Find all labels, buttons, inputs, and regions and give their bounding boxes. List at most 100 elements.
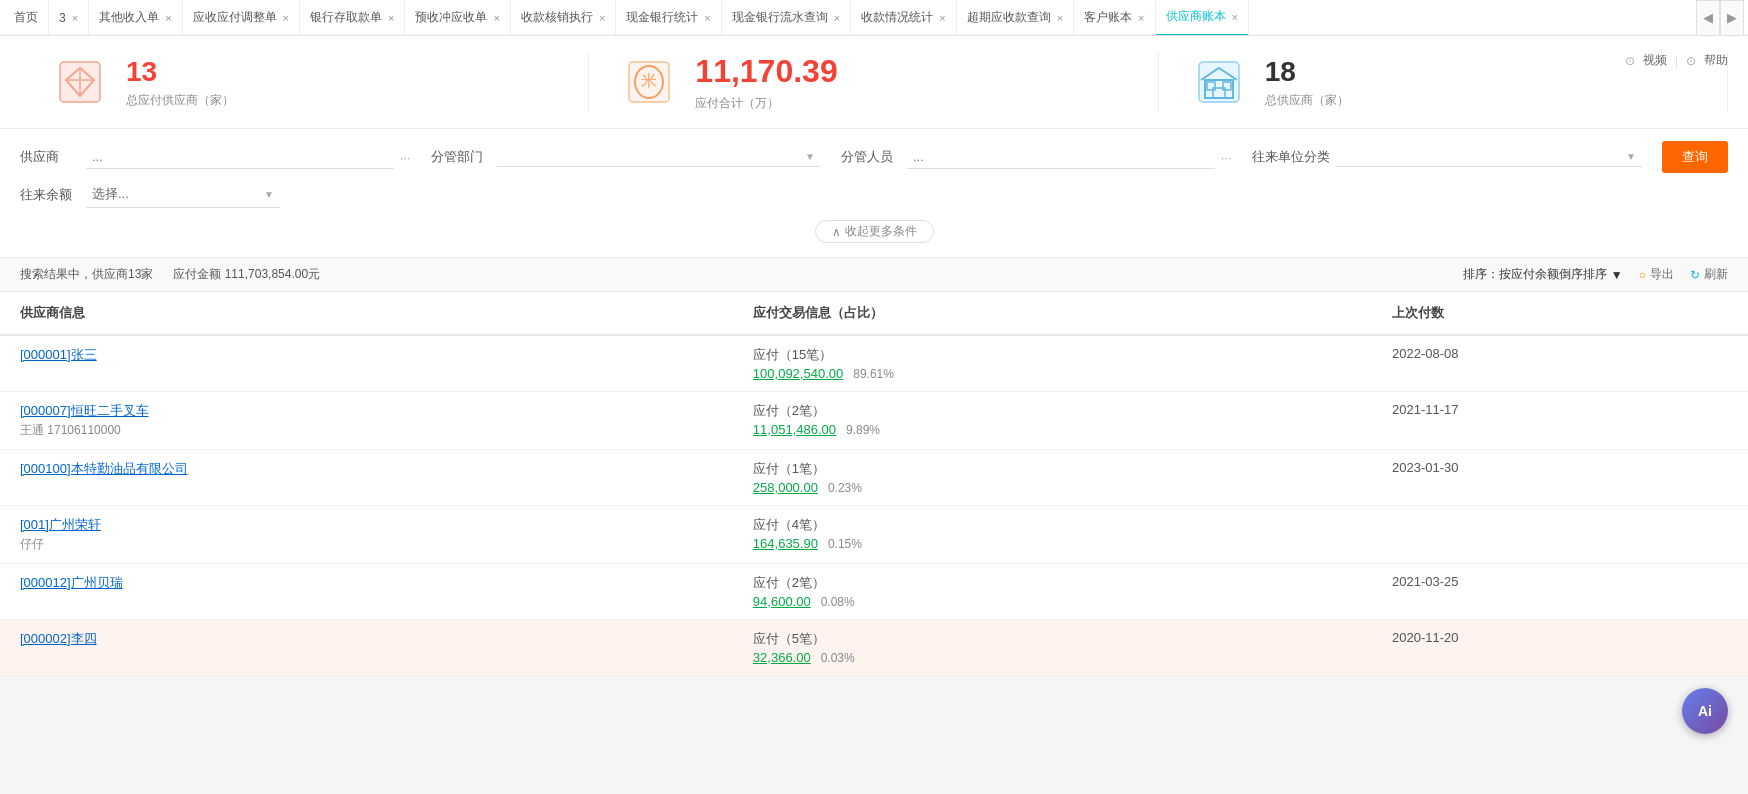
transaction-label: 应付（2笔） [753,574,1352,592]
table-row: [000002]李四应付（5笔）32,366.000.03%2020-11-20 [0,620,1748,676]
close-icon-bank-deposit[interactable]: × [388,12,394,24]
refresh-button[interactable]: ↻ 刷新 [1690,266,1728,283]
nav-tab-overdue-ar[interactable]: 超期应收款查询× [957,0,1074,36]
close-icon-pre-collect[interactable]: × [493,12,499,24]
card1-svg-icon [52,54,108,110]
summary-card-suppliers-payable: 13 总应付供应商（家） [20,52,589,112]
supplier-link[interactable]: [000100]本特勤油品有限公司 [20,461,188,476]
transaction-amount[interactable]: 258,000.00 [753,480,818,495]
category-arrow-icon: ▼ [1626,151,1636,162]
help-link[interactable]: 帮助 [1704,52,1728,69]
nav-tab-cash-bank-stat[interactable]: 现金银行统计× [616,0,721,36]
dept-select[interactable]: ▼ [497,147,822,167]
nav-tab-ar-ap-adjust[interactable]: 应收应付调整单× [183,0,300,36]
close-icon-supplier-ledger[interactable]: × [1232,11,1238,23]
last-payment-date: 2021-11-17 [1392,402,1459,417]
nav-tab-supplier-ledger[interactable]: 供应商账本× [1156,0,1249,36]
transaction-amount[interactable]: 11,051,486.00 [753,422,836,437]
transaction-amount[interactable]: 94,600.00 [753,594,811,609]
top-navigation: 首页3×其他收入单×应收应付调整单×银行存取款单×预收冲应收单×收款核销执行×现… [0,0,1748,36]
svg-text:米: 米 [641,72,657,89]
supplier-info-cell: [000012]广州贝瑞 [0,564,733,620]
nav-tab-bank-deposit[interactable]: 银行存取款单× [300,0,405,36]
person-label: 分管人员 [841,148,901,166]
transaction-amount[interactable]: 32,366.00 [753,650,811,665]
person-input[interactable] [907,145,1215,169]
close-icon-overdue-ar[interactable]: × [1057,12,1063,24]
result-amount: 应付金额 111,703,854.00元 [173,266,320,283]
nav-tab-tab3[interactable]: 3× [49,0,89,36]
export-button[interactable]: ○ 导出 [1639,266,1674,283]
collapse-bar: ∧ 收起更多条件 [20,216,1728,249]
nav-next-arrow[interactable]: ▶ [1720,0,1744,36]
supplier-info-cell: [000007]恒旺二手叉车王通 17106110000 [0,392,733,450]
category-select[interactable]: ▼ [1336,147,1643,167]
nav-prev-arrow[interactable]: ◀ [1696,0,1720,36]
transaction-info-cell: 应付（1笔）258,000.000.23% [733,450,1372,506]
top-right-links: ⊙ 视频 | ⊙ 帮助 [1625,52,1728,69]
transaction-amount-row: 11,051,486.00 9.89% [753,422,1352,437]
supplier-link[interactable]: [001]广州荣轩 [20,517,101,532]
result-left: 搜索结果中，供应商13家 应付金额 111,703,854.00元 [20,266,320,283]
nav-tab-collection-verify[interactable]: 收款核销执行× [511,0,616,36]
supplier-link[interactable]: [000007]恒旺二手叉车 [20,403,149,418]
transaction-amount[interactable]: 164,635.90 [753,536,818,551]
close-icon-ar-ap-adjust[interactable]: × [283,12,289,24]
last-payment-cell [1372,506,1748,564]
supplier-link[interactable]: [000001]张三 [20,347,97,362]
transaction-info-cell: 应付（5笔）32,366.000.03% [733,620,1372,676]
close-icon-tab3[interactable]: × [72,12,78,24]
close-icon-cash-flow-query[interactable]: × [834,12,840,24]
dept-label: 分管部门 [431,148,491,166]
nav-tab-cash-flow-query[interactable]: 现金银行流水查询× [722,0,851,36]
supplier-info-cell: [000002]李四 [0,620,733,676]
summary-info-total: 11,170.39 应付合计（万） [695,52,837,111]
supplier-info-cell: [001]广州荣轩仔仔 [0,506,733,564]
divider: | [1675,54,1678,68]
total-supplier-count: 18 [1265,55,1349,89]
nav-tab-collection-stat[interactable]: 收款情况统计× [851,0,956,36]
query-button[interactable]: 查询 [1662,141,1728,173]
transaction-percent: 0.23% [828,481,862,495]
table-row: [000100]本特勤油品有限公司应付（1笔）258,000.000.23%20… [0,450,1748,506]
transaction-amount[interactable]: 100,092,540.00 [753,366,843,381]
collapse-button-label: 收起更多条件 [845,223,917,240]
close-icon-cash-bank-stat[interactable]: × [704,12,710,24]
card3-svg-icon [1191,54,1247,110]
transaction-percent: 0.03% [821,651,855,665]
transaction-amount-row: 100,092,540.0089.61% [753,366,1352,381]
close-icon-collection-verify[interactable]: × [599,12,605,24]
last-payment-date: 2021-03-25 [1392,574,1459,589]
nav-tab-customer-ledger[interactable]: 客户账本× [1074,0,1155,36]
export-icon: ○ [1639,268,1646,282]
nav-tab-other-income[interactable]: 其他收入单× [89,0,182,36]
transaction-percent: 0.08% [821,595,855,609]
transaction-label: 应付（2笔） [753,402,1352,420]
video-link[interactable]: 视频 [1643,52,1667,69]
supplier-link[interactable]: [000012]广州贝瑞 [20,575,123,590]
result-supplier-count: 搜索结果中，供应商13家 [20,266,153,283]
payable-total-number: 11,170.39 [695,52,837,90]
supplier-dots: ··· [400,150,411,165]
close-icon-other-income[interactable]: × [165,12,171,24]
supplier-input[interactable] [86,145,394,169]
nav-tab-pre-collect[interactable]: 预收冲应收单× [405,0,510,36]
nav-tab-home[interactable]: 首页 [4,0,49,36]
last-payment-cell: 2021-11-17 [1372,392,1748,450]
summary-bar: 13 总应付供应商（家） 米 11,170.39 应付合计（万） [0,36,1748,129]
supplier-label: 供应商 [20,148,80,166]
transaction-label: 应付（15笔） [753,346,1352,364]
supplier-link[interactable]: [000002]李四 [20,631,97,646]
col-supplier-info: 供应商信息 [0,292,733,335]
transaction-amount-row: 258,000.00 0.23% [753,480,1352,495]
suppliers-payable-icon [50,52,110,112]
transaction-percent: 9.89% [846,423,880,437]
sort-select[interactable]: 排序：按应付余额倒序排序 ▼ [1463,266,1623,283]
balance-select[interactable]: 选择... ▼ [86,181,280,208]
close-icon-customer-ledger[interactable]: × [1138,12,1144,24]
transaction-amount-row: 32,366.00 0.03% [753,650,1352,665]
total-suppliers-icon [1189,52,1249,112]
collapse-button[interactable]: ∧ 收起更多条件 [815,220,934,243]
balance-value: 选择... [92,185,129,203]
close-icon-collection-stat[interactable]: × [939,12,945,24]
